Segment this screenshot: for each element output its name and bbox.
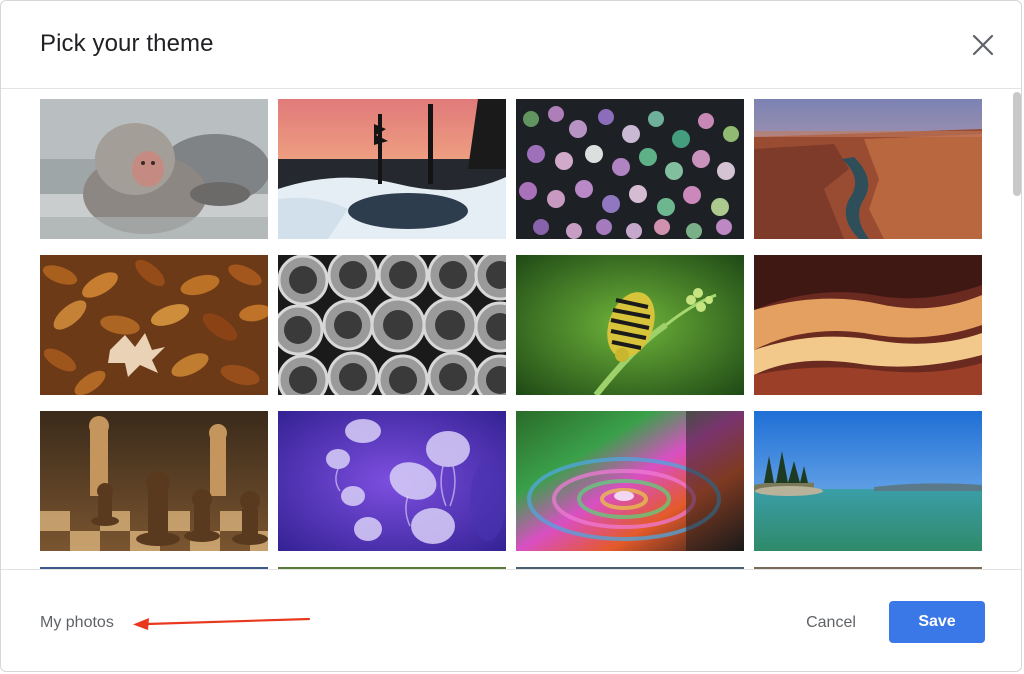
theme-tile-jellyfish[interactable]: [278, 411, 506, 551]
theme-tile-antelope-canyon[interactable]: [754, 255, 982, 395]
save-button[interactable]: Save: [889, 601, 985, 643]
theme-tile-bokeh-lights[interactable]: [516, 99, 744, 239]
my-photos-link[interactable]: My photos: [40, 614, 114, 632]
theme-tile-autumn-leaves[interactable]: [40, 255, 268, 395]
cancel-button[interactable]: Cancel: [789, 602, 873, 644]
theme-tile-lake-tahoe[interactable]: [754, 411, 982, 551]
theme-tile-water-drop-ripple[interactable]: [516, 411, 744, 551]
scrollbar-thumb[interactable]: [1013, 92, 1021, 196]
theme-tile-caterpillar[interactable]: [516, 255, 744, 395]
theme-dialog: Pick your theme My photos Cancel Save: [0, 0, 1022, 672]
dialog-header: Pick your theme: [1, 1, 1021, 89]
theme-tile-chess-pieces[interactable]: [40, 411, 268, 551]
theme-tile-snow-monkey[interactable]: [40, 99, 268, 239]
dialog-title: Pick your theme: [40, 30, 214, 57]
scrollbar[interactable]: [1011, 90, 1021, 569]
theme-grid: [1, 89, 1021, 569]
dialog-footer: My photos Cancel Save: [1, 569, 1021, 671]
theme-tile-frozen-lake-sunset[interactable]: [278, 99, 506, 239]
annotation-arrow-icon: [133, 617, 311, 630]
theme-tile-metal-pipes[interactable]: [278, 255, 506, 395]
close-icon[interactable]: [965, 27, 1001, 63]
theme-tile-canyon-river[interactable]: [754, 99, 982, 239]
